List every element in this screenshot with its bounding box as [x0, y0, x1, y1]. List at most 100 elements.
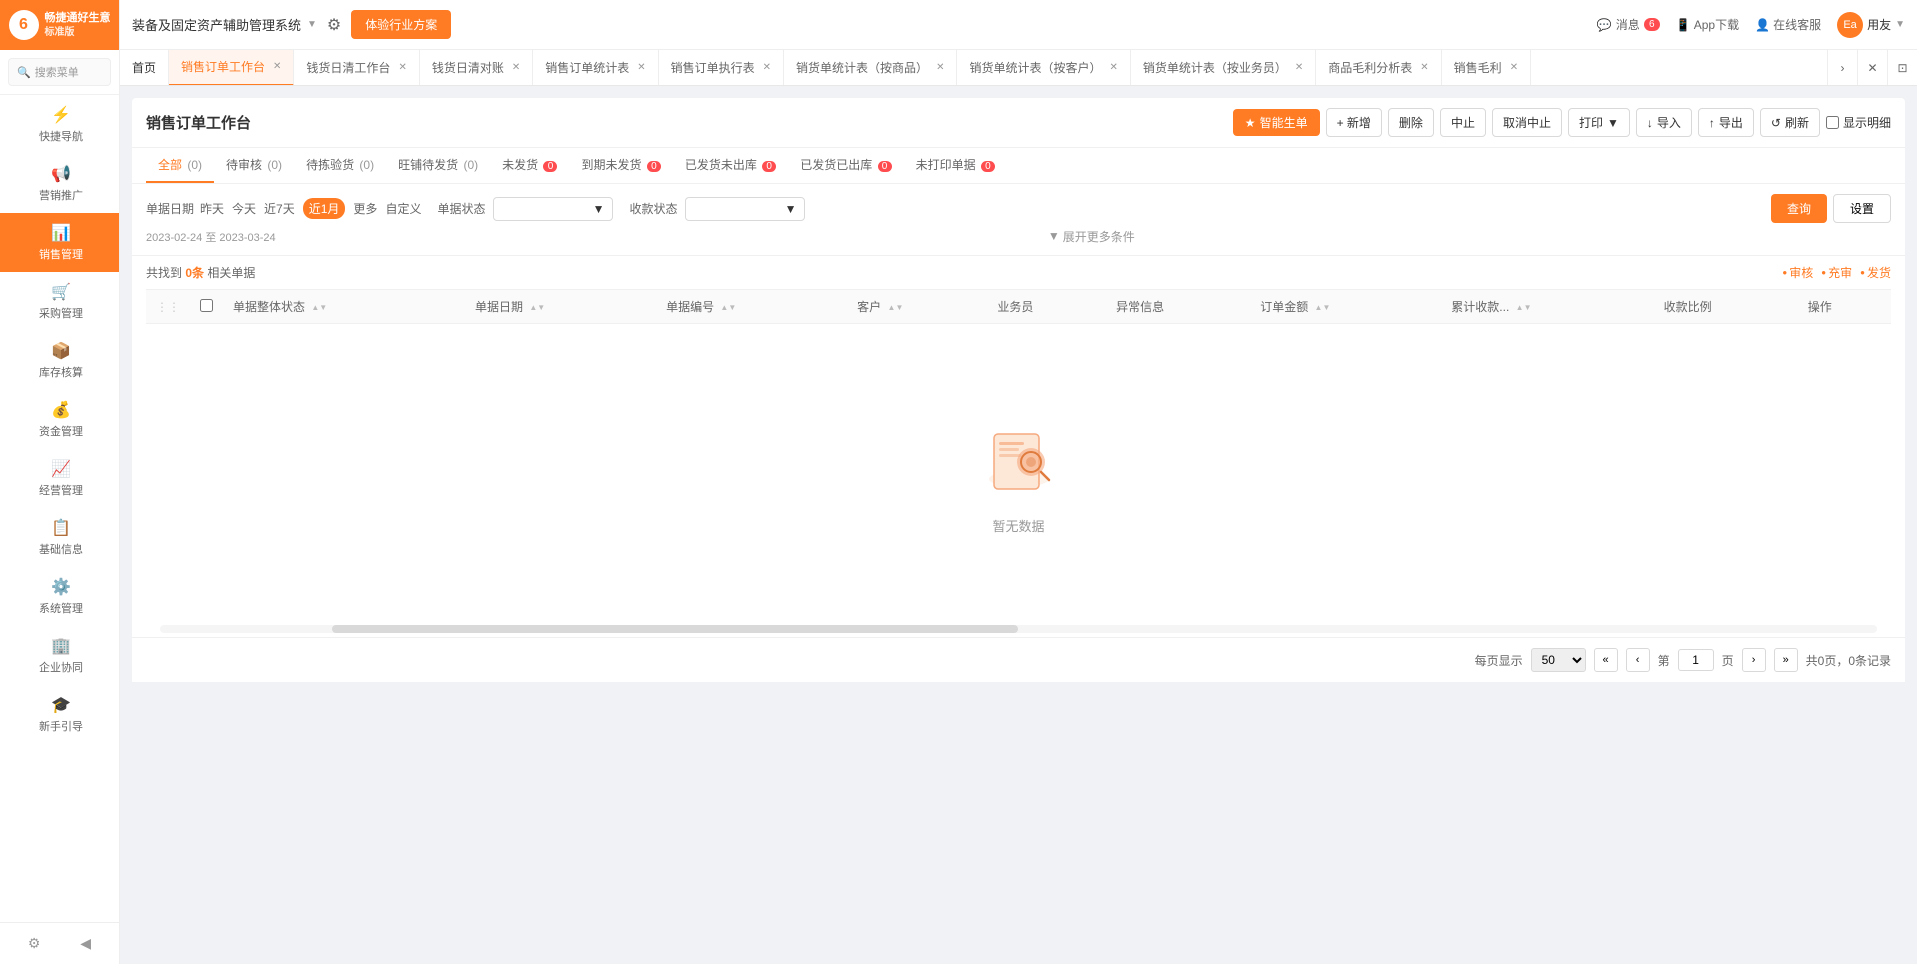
- ai-generate-btn[interactable]: ★ 智能生单: [1233, 109, 1320, 136]
- tab-scroll-right[interactable]: ›: [1827, 50, 1857, 86]
- status-select[interactable]: ▼: [493, 197, 613, 221]
- tab-close-sales-order[interactable]: ✕: [273, 61, 281, 72]
- first-page-btn[interactable]: «: [1594, 648, 1618, 672]
- header-settings-icon[interactable]: ⚙: [327, 15, 341, 35]
- tab-close-sales-profit[interactable]: ✕: [1510, 62, 1518, 73]
- sub-tab-pending-review[interactable]: 待审核 (0): [214, 148, 294, 183]
- tab-close-customer[interactable]: ✕: [1109, 62, 1117, 73]
- sidebar-item-basic-info[interactable]: 📋 基础信息: [0, 508, 119, 567]
- next-page-btn[interactable]: ›: [1742, 648, 1766, 672]
- tab-sales-order-workbench[interactable]: 销售订单工作台 ✕: [169, 50, 294, 86]
- tab-gross-profit[interactable]: 商品毛利分析表 ✕: [1316, 50, 1441, 86]
- expand-conditions-btn[interactable]: ▼ 展开更多条件: [1048, 228, 1135, 245]
- sub-tab-shipped-not-inout[interactable]: 已发货未出库 0: [673, 148, 788, 183]
- tab-close-exec[interactable]: ✕: [763, 62, 771, 73]
- tab-home[interactable]: 首页: [120, 50, 169, 86]
- date-opt-more[interactable]: 更多: [353, 200, 377, 217]
- show-detail-label[interactable]: 显示明细: [1826, 114, 1891, 131]
- prev-page-btn[interactable]: ‹: [1626, 648, 1650, 672]
- sidebar-item-enterprise[interactable]: 🏢 企业协同: [0, 626, 119, 685]
- payment-select[interactable]: ▼: [685, 197, 805, 221]
- sub-tab-wangpu[interactable]: 旺铺待发货 (0): [386, 148, 490, 183]
- stop-btn[interactable]: 中止: [1440, 108, 1486, 137]
- tab-close-all[interactable]: ✕: [1857, 50, 1887, 86]
- horizontal-scrollbar-thumb[interactable]: [332, 625, 1019, 633]
- sub-tab-all[interactable]: 全部 (0): [146, 148, 214, 183]
- date-opt-7days[interactable]: 近7天: [264, 200, 295, 217]
- horizontal-scrollbar-track[interactable]: [160, 625, 1877, 633]
- ship-btn[interactable]: 发货: [1860, 264, 1891, 281]
- page-input[interactable]: [1678, 649, 1714, 671]
- header-online-service[interactable]: 👤 在线客服: [1755, 16, 1821, 33]
- settings-bottom-icon[interactable]: ⚙: [24, 931, 45, 956]
- delete-btn[interactable]: 删除: [1388, 108, 1434, 137]
- sub-tab-pending-inspection[interactable]: 待拣验货 (0): [294, 148, 386, 183]
- sub-tab-not-printed[interactable]: 未打印单据 0: [904, 148, 1007, 183]
- sidebar-item-sales[interactable]: 📊 销售管理: [0, 213, 119, 272]
- import-btn[interactable]: ↓ 导入: [1636, 108, 1692, 137]
- sidebar-item-marketing[interactable]: 📢 营销推广: [0, 154, 119, 213]
- sort-status[interactable]: ▲▼: [311, 303, 327, 312]
- tab-cash-daily[interactable]: 钱货日清工作台 ✕: [294, 50, 419, 86]
- sort-amount[interactable]: ▲▼: [1315, 303, 1331, 312]
- sidebar-item-system[interactable]: ⚙️ 系统管理: [0, 567, 119, 626]
- review-btn[interactable]: 审核: [1782, 264, 1813, 281]
- sub-tab-shipped-inout[interactable]: 已发货已出库 0: [788, 148, 903, 183]
- print-btn[interactable]: 打印 ▼: [1568, 108, 1630, 137]
- sidebar: 6 畅捷通好生意 标准版 🔍 搜索菜单 ⚡ 快捷导航 📢 营销推广 📊 销售管理…: [0, 0, 120, 964]
- filter-actions: 查询 设置: [1771, 194, 1891, 223]
- last-page-btn[interactable]: »: [1774, 648, 1798, 672]
- tab-sales-stats-product[interactable]: 销货单统计表（按商品） ✕: [784, 50, 957, 86]
- tab-close-cash-daily[interactable]: ✕: [398, 62, 406, 73]
- industry-btn[interactable]: 体验行业方案: [351, 10, 451, 39]
- tab-expand[interactable]: ⊡: [1887, 50, 1917, 86]
- page-panel: 销售订单工作台 ★ 智能生单 + 新增 删除 中止 取消中止 打印 ▼: [132, 98, 1905, 682]
- tab-sales-order-stats[interactable]: 销售订单统计表 ✕: [533, 50, 658, 86]
- sidebar-item-quick-nav[interactable]: ⚡ 快捷导航: [0, 95, 119, 154]
- add-btn[interactable]: + 新增: [1326, 108, 1382, 137]
- sort-customer[interactable]: ▲▼: [888, 303, 904, 312]
- tab-close-gross-profit[interactable]: ✕: [1420, 62, 1428, 73]
- empty-illustration: [969, 404, 1069, 504]
- sidebar-item-guide[interactable]: 🎓 新手引导: [0, 685, 119, 744]
- query-btn[interactable]: 查询: [1771, 194, 1827, 223]
- tab-close-sales-order-stats[interactable]: ✕: [637, 62, 645, 73]
- export-btn[interactable]: ↑ 导出: [1698, 108, 1754, 137]
- tab-close-product[interactable]: ✕: [936, 62, 944, 73]
- message-badge: 6: [1644, 18, 1660, 31]
- cancel-stop-btn[interactable]: 取消中止: [1492, 108, 1562, 137]
- tab-sales-stats-staff[interactable]: 销货单统计表（按业务员） ✕: [1131, 50, 1316, 86]
- date-opt-custom[interactable]: 自定义: [385, 200, 421, 217]
- sub-tab-not-shipped[interactable]: 未发货 0: [490, 148, 569, 183]
- tab-cash-reconcile[interactable]: 钱货日清对账 ✕: [420, 50, 533, 86]
- show-detail-checkbox[interactable]: [1826, 116, 1839, 129]
- filter-settings-btn[interactable]: 设置: [1833, 194, 1891, 223]
- cancel-review-btn[interactable]: 充审: [1821, 264, 1852, 281]
- tab-close-cash-reconcile[interactable]: ✕: [512, 62, 520, 73]
- page-size-select[interactable]: 50 20 100: [1531, 648, 1586, 672]
- sort-number[interactable]: ▲▼: [720, 303, 736, 312]
- search-menu-button[interactable]: 🔍 搜索菜单: [8, 58, 111, 86]
- header-app-download[interactable]: 📱 App下载: [1676, 16, 1739, 33]
- purchase-icon: 🛒: [51, 282, 71, 302]
- tab-sales-stats-customer[interactable]: 销货单统计表（按客户） ✕: [957, 50, 1130, 86]
- phone-icon: 📱: [1676, 18, 1691, 32]
- tab-sales-order-exec[interactable]: 销售订单执行表 ✕: [659, 50, 784, 86]
- header-user[interactable]: Ea 用友 ▼: [1837, 12, 1905, 38]
- date-opt-yesterday[interactable]: 昨天: [200, 200, 224, 217]
- select-all-checkbox[interactable]: [200, 299, 213, 312]
- collapse-sidebar-icon[interactable]: ◀: [76, 931, 95, 956]
- sidebar-item-finance[interactable]: 💰 资金管理: [0, 390, 119, 449]
- tab-close-staff[interactable]: ✕: [1295, 62, 1303, 73]
- sidebar-item-operations[interactable]: 📈 经营管理: [0, 449, 119, 508]
- sort-collected[interactable]: ▲▼: [1516, 303, 1532, 312]
- date-opt-1month[interactable]: 近1月: [303, 198, 346, 219]
- sort-date[interactable]: ▲▼: [529, 303, 545, 312]
- tab-sales-profit[interactable]: 销售毛利 ✕: [1442, 50, 1531, 86]
- date-opt-today[interactable]: 今天: [232, 200, 256, 217]
- sidebar-item-inventory[interactable]: 📦 库存核算: [0, 331, 119, 390]
- header-message[interactable]: 💬 消息 6: [1597, 16, 1660, 33]
- sidebar-item-purchase[interactable]: 🛒 采购管理: [0, 272, 119, 331]
- refresh-btn[interactable]: ↺ 刷新: [1760, 108, 1820, 137]
- sub-tab-overdue[interactable]: 到期未发货 0: [569, 148, 672, 183]
